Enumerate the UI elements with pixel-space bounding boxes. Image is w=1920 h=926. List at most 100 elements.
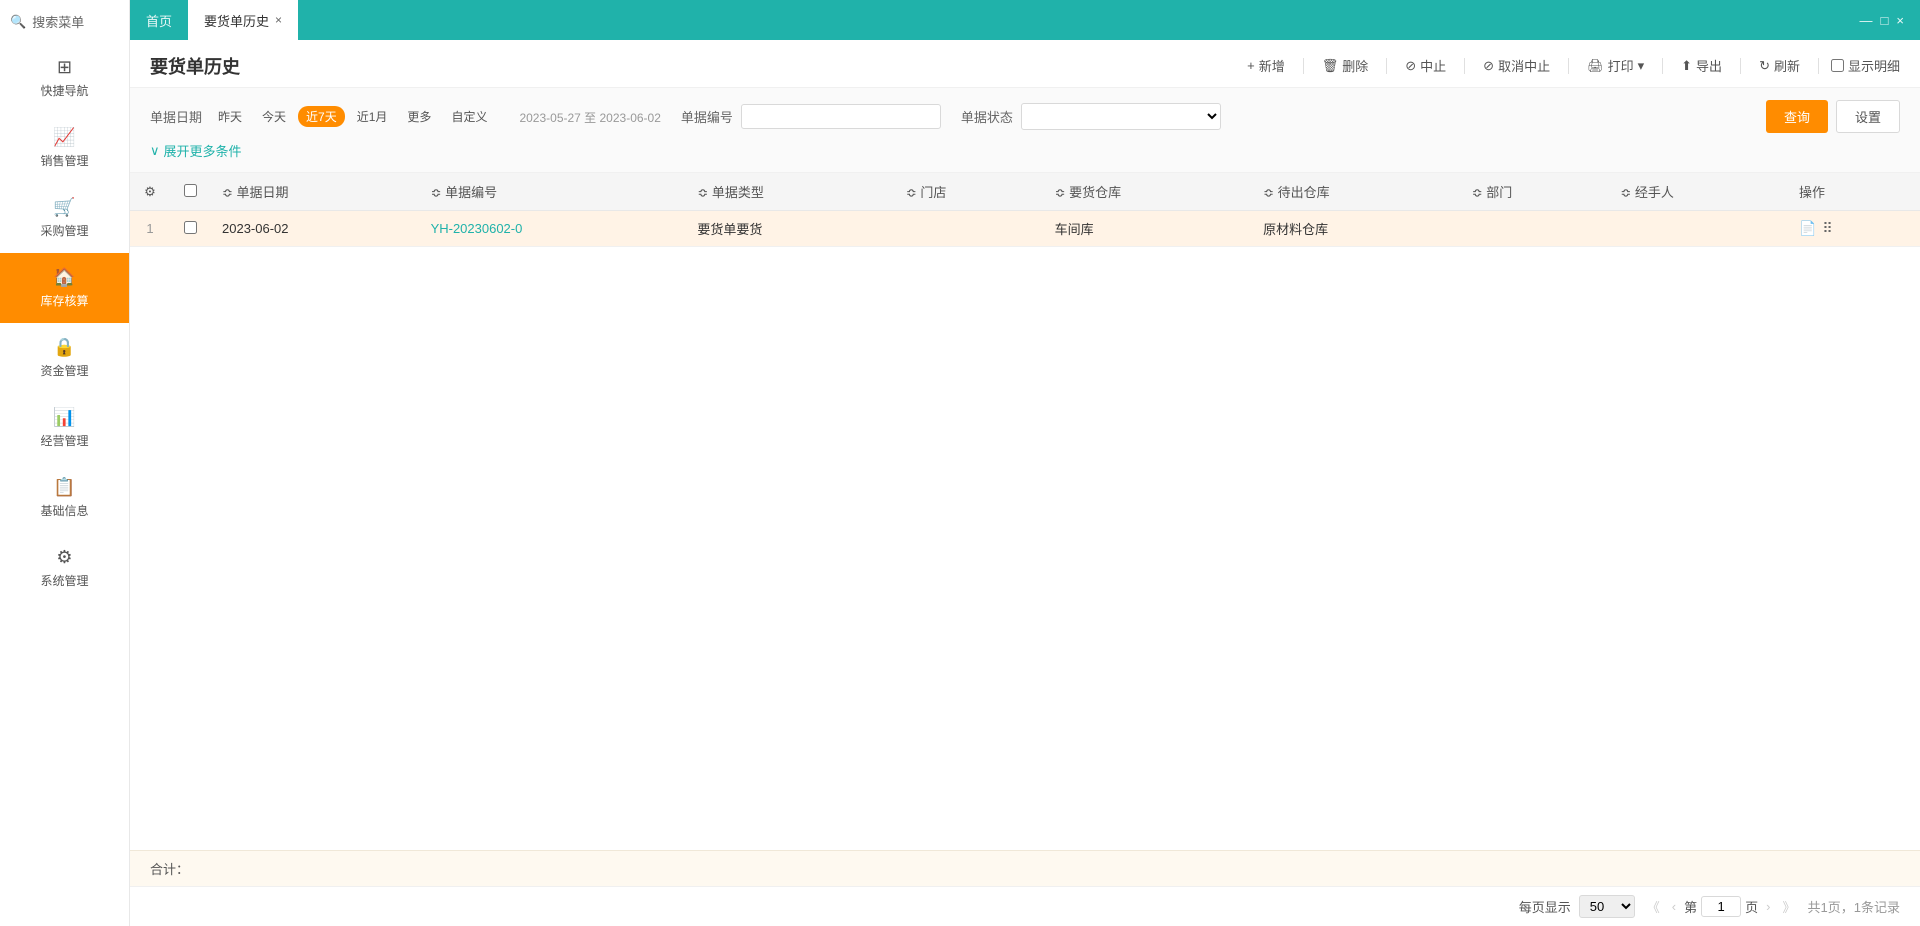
- page-header: 要货单历史 + 新增 🗑 删除 ⊘ 中止 ⊘: [130, 40, 1920, 88]
- sidebar-search[interactable]: 🔍 搜索菜单: [0, 0, 129, 43]
- th-doc-type[interactable]: ≎ 单据类型: [685, 173, 894, 211]
- tab-bar-right: — □ ×: [1860, 13, 1920, 28]
- refresh-button[interactable]: ↻ 刷新: [1753, 52, 1806, 79]
- sidebar-item-quick-nav[interactable]: ⊞ 快捷导航: [0, 43, 129, 113]
- new-button[interactable]: + 新增: [1241, 52, 1291, 79]
- status-filter-group: 单据状态: [961, 103, 1221, 130]
- refresh-icon: ↻: [1759, 58, 1770, 74]
- select-all-checkbox[interactable]: [184, 184, 197, 197]
- first-page-btn[interactable]: 《: [1643, 895, 1664, 918]
- sidebar-item-operations[interactable]: 📊 经营管理: [0, 393, 129, 463]
- print-button[interactable]: 🖨 打印 ▾: [1581, 52, 1650, 79]
- sidebar-item-label: 基础信息: [40, 502, 88, 519]
- th-date[interactable]: ≎ 单据日期: [210, 173, 419, 211]
- expand-label: 展开更多条件: [164, 141, 242, 160]
- export-icon: ⬆: [1681, 58, 1692, 74]
- date-btn-7days[interactable]: 近7天: [298, 106, 345, 127]
- export-button[interactable]: ⬆ 导出: [1675, 52, 1728, 79]
- sep5: [1662, 58, 1663, 74]
- date-btn-custom[interactable]: 自定义: [443, 106, 495, 127]
- last-page-btn[interactable]: 》: [1779, 895, 1800, 918]
- minimize-icon[interactable]: —: [1860, 13, 1873, 28]
- chart-icon: 📊: [53, 407, 75, 428]
- row-checkbox-cell[interactable]: [170, 211, 210, 247]
- sep3: [1464, 58, 1465, 74]
- th-handler[interactable]: ≎ 经手人: [1608, 173, 1787, 211]
- delete-label: 删除: [1342, 56, 1368, 75]
- tab-home[interactable]: 首页: [130, 0, 188, 40]
- sep6: [1740, 58, 1741, 74]
- th-checkbox[interactable]: [170, 173, 210, 211]
- row-doc-no[interactable]: YH-20230602-0: [419, 211, 686, 247]
- query-button[interactable]: 查询: [1766, 100, 1828, 133]
- filter-area: 单据日期 昨天 今天 近7天 近1月 更多 自定义 2023-05-27 至 2…: [130, 88, 1920, 173]
- sidebar-item-purchase[interactable]: 🛒 采购管理: [0, 183, 129, 253]
- cancel-stop-label: 取消中止: [1498, 56, 1550, 75]
- more-icon[interactable]: ⠿: [1822, 220, 1832, 237]
- th-department[interactable]: ≎ 部门: [1460, 173, 1609, 211]
- page-title: 要货单历史: [150, 53, 240, 79]
- row-doc-type: 要货单要货: [685, 211, 894, 247]
- date-range-text: 2023-05-27 至 2023-06-02: [519, 109, 660, 126]
- doc-number-input[interactable]: [741, 104, 941, 129]
- toolbar: + 新增 🗑 删除 ⊘ 中止 ⊘ 取消中止: [1241, 52, 1900, 79]
- expand-icon: ∨: [150, 143, 160, 159]
- query-btns: 查询 设置: [1766, 100, 1900, 133]
- date-filter-group: 单据日期 昨天 今天 近7天 近1月 更多 自定义: [150, 106, 495, 127]
- th-action: 操作: [1787, 173, 1920, 211]
- date-buttons: 昨天 今天 近7天 近1月 更多 自定义: [210, 106, 495, 127]
- date-filter-label: 单据日期: [150, 107, 202, 126]
- sidebar-item-label: 快捷导航: [40, 82, 88, 99]
- prev-page-btn[interactable]: ‹: [1668, 897, 1680, 916]
- date-btn-more[interactable]: 更多: [399, 106, 439, 127]
- doc-no-link[interactable]: YH-20230602-0: [431, 221, 523, 236]
- row-department: [1460, 211, 1609, 247]
- row-date: 2023-06-02: [210, 211, 419, 247]
- sidebar-item-inventory[interactable]: 🏠 库存核算: [0, 253, 129, 323]
- row-req-warehouse: 车间库: [1043, 211, 1252, 247]
- page-prefix-label: 第: [1684, 897, 1697, 916]
- tab-bar: 首页 要货单历史 × — □ ×: [130, 0, 1920, 40]
- maximize-icon[interactable]: □: [1881, 13, 1889, 28]
- th-doc-no[interactable]: ≎ 单据编号: [419, 173, 686, 211]
- tab-active[interactable]: 要货单历史 ×: [188, 0, 298, 40]
- refresh-label: 刷新: [1774, 56, 1800, 75]
- cancel-stop-button[interactable]: ⊘ 取消中止: [1477, 52, 1556, 79]
- edit-icon[interactable]: 📄: [1799, 220, 1816, 237]
- row-checkbox[interactable]: [184, 221, 197, 234]
- sum-label: 合计：: [150, 859, 189, 878]
- cancel-stop-icon: ⊘: [1483, 58, 1494, 74]
- per-page-select[interactable]: 10 20 50 100: [1579, 895, 1635, 918]
- page-input[interactable]: [1701, 896, 1741, 917]
- th-store[interactable]: ≎ 门店: [894, 173, 1043, 211]
- delete-button[interactable]: 🗑 删除: [1316, 52, 1375, 79]
- table-row[interactable]: 1 2023-06-02 YH-20230602-0 要货单要货 车间库 原材料…: [130, 211, 1920, 247]
- window-close-icon[interactable]: ×: [1896, 13, 1904, 28]
- tab-close-icon[interactable]: ×: [275, 13, 282, 27]
- status-label: 单据状态: [961, 107, 1013, 126]
- date-btn-1month[interactable]: 近1月: [349, 106, 396, 127]
- data-table: ⚙ ≎ 单据日期 ≎ 单据编号 ≎ 单据类型 ≎ 门店 ≎ 要货仓库 ≎ 待出仓…: [130, 173, 1920, 247]
- row-store: [894, 211, 1043, 247]
- sidebar-item-sales[interactable]: 📈 销售管理: [0, 113, 129, 183]
- th-settings[interactable]: ⚙: [130, 173, 170, 211]
- page-nav: 《 ‹ 第 页 › 》: [1643, 895, 1800, 918]
- table-area: ⚙ ≎ 单据日期 ≎ 单据编号 ≎ 单据类型 ≎ 门店 ≎ 要货仓库 ≎ 待出仓…: [130, 173, 1920, 850]
- date-btn-yesterday[interactable]: 昨天: [210, 106, 250, 127]
- settings-button[interactable]: 设置: [1836, 100, 1900, 133]
- sidebar-item-label: 系统管理: [40, 572, 88, 589]
- sidebar-item-finance[interactable]: 🔒 资金管理: [0, 323, 129, 393]
- th-pending-warehouse[interactable]: ≎ 待出仓库: [1251, 173, 1460, 211]
- expand-filter-btn[interactable]: ∨ 展开更多条件: [150, 141, 1900, 160]
- th-req-warehouse[interactable]: ≎ 要货仓库: [1043, 173, 1252, 211]
- show-detail-checkbox[interactable]: [1831, 59, 1844, 72]
- sidebar-item-basic-info[interactable]: 📋 基础信息: [0, 463, 129, 533]
- date-btn-today[interactable]: 今天: [254, 106, 294, 127]
- stop-button[interactable]: ⊘ 中止: [1399, 52, 1452, 79]
- home-tab-label: 首页: [146, 11, 172, 30]
- sep2: [1386, 58, 1387, 74]
- show-detail-checkbox-label[interactable]: 显示明细: [1831, 56, 1900, 75]
- next-page-btn[interactable]: ›: [1762, 897, 1774, 916]
- status-select[interactable]: [1021, 103, 1221, 130]
- sidebar-item-system[interactable]: ⚙ 系统管理: [0, 533, 129, 603]
